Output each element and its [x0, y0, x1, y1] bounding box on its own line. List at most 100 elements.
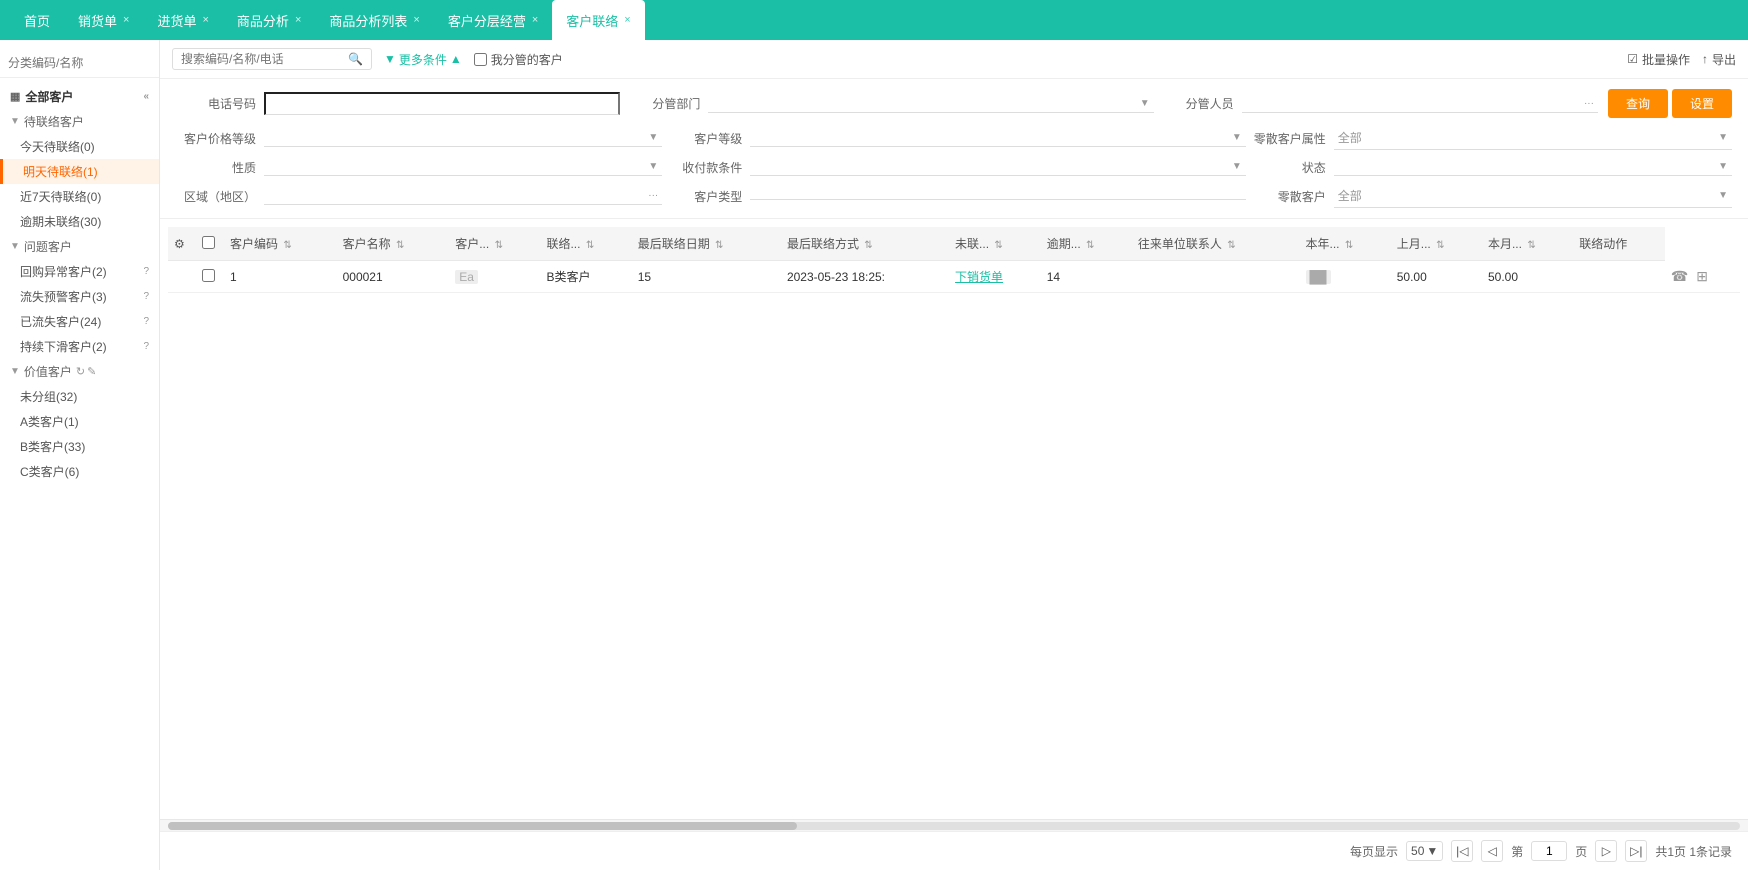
nature-select[interactable]: ▼	[264, 158, 662, 176]
nav-product-analysis-list[interactable]: 商品分析列表 ×	[315, 0, 433, 40]
sidebar-item-overdue-contact[interactable]: 逾期未联络(30)	[0, 209, 159, 234]
search-button[interactable]: 🔍	[348, 52, 363, 66]
retail-customer-select[interactable]: 全部 ▼	[1334, 184, 1732, 208]
settings-button[interactable]: 设置	[1672, 89, 1732, 118]
nav-home[interactable]: 首页	[10, 0, 64, 40]
my-customers-checkbox[interactable]	[474, 53, 487, 66]
sidebar-item-ungrouped[interactable]: 未分组(32)	[0, 384, 159, 409]
phone-icon[interactable]: ☎	[1671, 268, 1688, 285]
sidebar-item-class-c[interactable]: C类客户(6)	[0, 459, 159, 484]
table-col-contact-count[interactable]: 联络... ⇅	[540, 227, 631, 261]
nav-sales-order[interactable]: 销货单 ×	[64, 0, 143, 40]
status-select[interactable]: ▼	[1334, 158, 1732, 176]
more-action-icon[interactable]: ⊞	[1696, 268, 1708, 285]
row-last-contact-method[interactable]: 下销货单	[949, 261, 1041, 293]
close-icon[interactable]: ×	[413, 14, 419, 26]
export-icon: ↑	[1702, 52, 1708, 66]
question-icon[interactable]: ?	[143, 291, 149, 302]
table-col-last-contact-date[interactable]: 最后联络日期 ⇅	[632, 227, 781, 261]
retail-attr-select[interactable]: 全部 ▼	[1334, 126, 1732, 150]
export-button[interactable]: ↑ 导出	[1702, 51, 1736, 68]
row-contact-person: ██	[1300, 261, 1391, 293]
batch-operations-button[interactable]: ☑ 批量操作	[1627, 51, 1690, 68]
last-contact-link[interactable]: 下销货单	[955, 270, 1003, 284]
nav-product-analysis[interactable]: 商品分析 ×	[223, 0, 315, 40]
sidebar: 🔍 ▦ 全部客户 « ▼ 待联络客户 今天待联络(0) 明天待联络(1) 近7天…	[0, 40, 160, 870]
close-icon[interactable]: ×	[532, 14, 538, 26]
sidebar-item-today-contact[interactable]: 今天待联络(0)	[0, 134, 159, 159]
table-col-contact-person[interactable]: 往来单位联系人 ⇅	[1132, 227, 1300, 261]
select-all-checkbox[interactable]	[202, 236, 215, 249]
data-table-area: ⚙ 客户编码 ⇅ 客户名称 ⇅ 客户... ⇅	[160, 219, 1748, 819]
sidebar-all-customers[interactable]: ▦ 全部客户 «	[0, 84, 159, 109]
sidebar-group-problem[interactable]: ▼ 问题客户	[0, 234, 159, 259]
close-icon[interactable]: ×	[624, 14, 630, 26]
sidebar-item-tomorrow-contact[interactable]: 明天待联络(1)	[0, 159, 159, 184]
table-col-checkbox[interactable]	[196, 227, 224, 261]
table-col-last-month[interactable]: 上月... ⇅	[1391, 227, 1482, 261]
table-col-code[interactable]: 客户编码 ⇅	[224, 227, 337, 261]
sidebar-item-churned[interactable]: 已流失客户(24) ?	[0, 309, 159, 334]
sort-icon: ⇅	[864, 240, 872, 251]
more-conditions-button[interactable]: ▼ 更多条件 ▲	[384, 51, 462, 68]
first-page-button[interactable]: |◁	[1451, 840, 1473, 862]
sidebar-item-class-b[interactable]: B类客户(33)	[0, 434, 159, 459]
region-select[interactable]: ···	[264, 187, 662, 205]
sidebar-item-churn-warning[interactable]: 流失预警客户(3) ?	[0, 284, 159, 309]
my-customers-checkbox-label[interactable]: 我分管的客户	[474, 51, 563, 68]
page-size-select[interactable]: 50 ▼	[1406, 841, 1443, 861]
close-icon[interactable]: ×	[202, 14, 208, 26]
customer-type-select[interactable]	[750, 193, 1246, 200]
sort-icon: ⇅	[1527, 240, 1535, 251]
payment-select[interactable]: ▼	[750, 158, 1246, 176]
sidebar-item-repurchase-abnormal[interactable]: 回购异常客户(2) ?	[0, 259, 159, 284]
table-col-last-contact-method[interactable]: 最后联络方式 ⇅	[781, 227, 949, 261]
filter-retail-customer-field: 零散客户 全部 ▼	[1246, 184, 1732, 208]
dept-select[interactable]: ▼	[708, 95, 1153, 113]
filter-row-1: 电话号码 分管部门 ▼ 分管人员 ··· 查	[176, 89, 1732, 118]
sidebar-item-declining[interactable]: 持续下滑客户(2) ?	[0, 334, 159, 359]
sidebar-group-pending[interactable]: ▼ 待联络客户	[0, 109, 159, 134]
table-col-name[interactable]: 客户名称 ⇅	[337, 227, 450, 261]
table-col-customer-type[interactable]: 客户... ⇅	[449, 227, 540, 261]
table-col-this-year[interactable]: 本年... ⇅	[1300, 227, 1391, 261]
table-col-unlisted[interactable]: 未联... ⇅	[949, 227, 1041, 261]
row-checkbox[interactable]	[196, 261, 224, 293]
filter-bar: 🔍 ▼ 更多条件 ▲ 我分管的客户 ☑ 批量操作 ↑ 导出	[160, 40, 1748, 79]
close-icon[interactable]: ×	[295, 14, 301, 26]
next-page-button[interactable]: ▷	[1595, 840, 1617, 862]
sidebar-item-class-a[interactable]: A类客户(1)	[0, 409, 159, 434]
nav-customer-contact[interactable]: 客户联络 ×	[552, 0, 644, 40]
sidebar-search-input[interactable]	[8, 56, 160, 70]
table-col-this-month[interactable]: 本月... ⇅	[1482, 227, 1573, 261]
collapse-icon: «	[143, 91, 149, 102]
row-checkbox-input[interactable]	[202, 269, 215, 282]
horizontal-scrollbar[interactable]	[160, 819, 1748, 831]
search-input[interactable]	[181, 52, 348, 66]
query-button[interactable]: 查询	[1608, 89, 1668, 118]
scroll-thumb[interactable]	[168, 822, 797, 830]
page-number-input[interactable]	[1531, 841, 1567, 861]
nav-purchase-order[interactable]: 进货单 ×	[143, 0, 222, 40]
last-page-button[interactable]: ▷|	[1625, 840, 1647, 862]
customer-level-select[interactable]: ▼	[750, 129, 1246, 147]
question-icon[interactable]: ?	[143, 341, 149, 352]
price-level-select[interactable]: ▼	[264, 129, 662, 147]
manager-select[interactable]: ···	[1242, 95, 1598, 113]
table-col-overdue[interactable]: 逾期... ⇅	[1041, 227, 1132, 261]
row-settings	[168, 261, 196, 293]
question-icon[interactable]: ?	[143, 266, 149, 277]
sidebar-item-7day-contact[interactable]: 近7天待联络(0)	[0, 184, 159, 209]
filter-manager-field: 分管人员 ···	[1154, 95, 1598, 113]
phone-input[interactable]	[264, 92, 620, 115]
question-icon[interactable]: ?	[143, 316, 149, 327]
table-col-settings[interactable]: ⚙	[168, 227, 196, 261]
refresh-icon[interactable]: ↻	[76, 365, 85, 378]
close-icon[interactable]: ×	[123, 14, 129, 26]
nav-customer-stratify[interactable]: 客户分层经营 ×	[434, 0, 552, 40]
edit-icon[interactable]: ✎	[87, 365, 96, 378]
arrow-icon: ▼	[10, 241, 20, 252]
sidebar-group-value[interactable]: ▼ 价值客户 ↻ ✎	[0, 359, 159, 384]
prev-page-button[interactable]: ◁	[1481, 840, 1503, 862]
sort-icon: ⇅	[1086, 240, 1094, 251]
